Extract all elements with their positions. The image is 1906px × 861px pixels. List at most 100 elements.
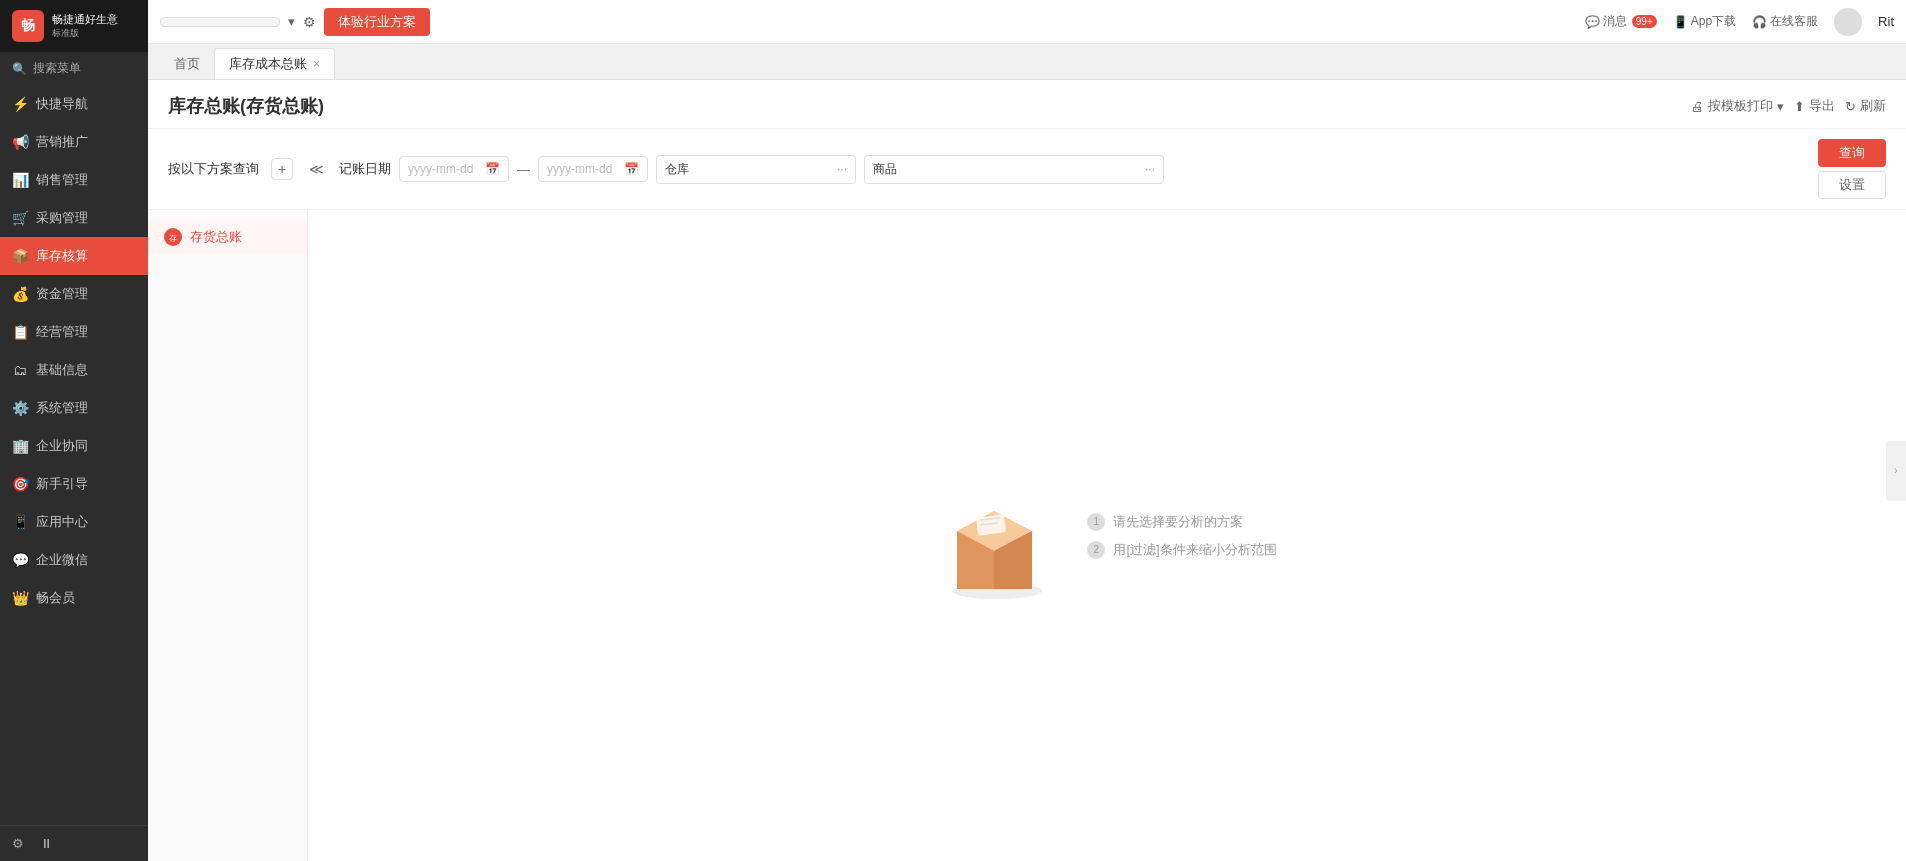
page-header: 库存总账(存货总账) 🖨 按模板打印 ▾ ⬆ 导出 ↻ 刷新: [148, 80, 1906, 129]
logo-icon: 畅: [12, 10, 44, 42]
print-template-button[interactable]: 🖨 按模板打印 ▾: [1691, 97, 1784, 115]
breadcrumb-dropdown-icon[interactable]: ▾: [288, 14, 295, 29]
basics-icon: 🗂: [12, 362, 28, 378]
calendar-from-icon[interactable]: 📅: [485, 162, 500, 176]
panel-item-inventory-total[interactable]: 存 存货总账: [148, 220, 307, 254]
filter-section: 记账日期 yyyy-mm-dd 📅 — yyyy-mm-dd 📅 仓库 ··· …: [339, 155, 1806, 184]
tab-home-label: 首页: [174, 55, 200, 73]
message-button[interactable]: 💬 消息 99+: [1585, 13, 1657, 30]
marketing-icon: 📢: [12, 134, 28, 150]
sidebar-item-finance[interactable]: 💰 资金管理: [0, 275, 148, 313]
step1-number: 1: [1087, 513, 1105, 531]
refresh-button[interactable]: ↻ 刷新: [1845, 97, 1886, 115]
user-avatar[interactable]: [1834, 8, 1862, 36]
sidebar-item-basics[interactable]: 🗂 基础信息: [0, 351, 148, 389]
sidebar-footer: ⚙ ⏸: [0, 825, 148, 861]
print-dropdown-icon: ▾: [1777, 99, 1784, 114]
sidebar-item-label: 经营管理: [36, 323, 88, 341]
step2-number: 2: [1087, 541, 1105, 559]
sidebar-item-label: 畅会员: [36, 589, 75, 607]
filter-bar: 按以下方案查询 + ≪ 记账日期 yyyy-mm-dd 📅 — yyyy-mm-…: [148, 129, 1906, 210]
date-from-input[interactable]: yyyy-mm-dd 📅: [399, 156, 509, 182]
date-to-placeholder: yyyy-mm-dd: [547, 162, 612, 176]
industry-solution-button[interactable]: 体验行业方案: [324, 8, 430, 36]
audio-footer-icon[interactable]: ⏸: [40, 836, 53, 851]
wechat-icon: 💬: [12, 552, 28, 568]
product-filter[interactable]: 商品 ···: [864, 155, 1164, 184]
settings-button[interactable]: 设置: [1818, 171, 1886, 199]
newbie-icon: 🎯: [12, 476, 28, 492]
breadcrumb-input: [160, 17, 280, 27]
app-download-button[interactable]: 📱 App下载: [1673, 13, 1736, 30]
query-button[interactable]: 查询: [1818, 139, 1886, 167]
export-icon: ⬆: [1794, 99, 1805, 114]
sidebar-item-label: 采购管理: [36, 209, 88, 227]
settings-footer-icon[interactable]: ⚙: [12, 836, 24, 851]
print-icon: 🖨: [1691, 99, 1704, 114]
filter-collapse-button[interactable]: ≪: [305, 158, 327, 180]
message-icon: 💬: [1585, 15, 1600, 29]
sidebar-item-purchase[interactable]: 🛒 采购管理: [0, 199, 148, 237]
sidebar-item-label: 库存核算: [36, 247, 88, 265]
sidebar-item-system[interactable]: ⚙️ 系统管理: [0, 389, 148, 427]
sidebar-item-label: 企业协同: [36, 437, 88, 455]
system-icon: ⚙️: [12, 400, 28, 416]
sidebar-item-label: 快捷导航: [36, 95, 88, 113]
warehouse-label: 仓库: [665, 161, 689, 178]
panel-item-label: 存货总账: [190, 228, 242, 246]
tab-home[interactable]: 首页: [160, 49, 214, 79]
member-icon: 👑: [12, 590, 28, 606]
product-more-icon: ···: [1145, 162, 1155, 176]
print-label: 按模板打印: [1708, 97, 1773, 115]
operations-icon: 📋: [12, 324, 28, 340]
app-logo: 畅 畅捷通好生意 标准版: [0, 0, 148, 52]
date-to-input[interactable]: yyyy-mm-dd 📅: [538, 156, 648, 182]
sidebar-item-newbie[interactable]: 🎯 新手引导: [0, 465, 148, 503]
content-area: 库存总账(存货总账) 🖨 按模板打印 ▾ ⬆ 导出 ↻ 刷新 按以下方案查询: [148, 80, 1906, 861]
shortcut-icon: ⚡: [12, 96, 28, 112]
finance-icon: 💰: [12, 286, 28, 302]
inventory-icon: 📦: [12, 248, 28, 264]
sidebar-item-label: 销售管理: [36, 171, 88, 189]
user-name: Rit: [1878, 14, 1894, 29]
right-panel-toggle[interactable]: ›: [1886, 441, 1906, 501]
sales-icon: 📊: [12, 172, 28, 188]
message-label: 消息: [1603, 13, 1627, 30]
sidebar-item-marketing[interactable]: 📢 营销推广: [0, 123, 148, 161]
panel-item-icon: 存: [164, 228, 182, 246]
sidebar-item-apps[interactable]: 📱 应用中心: [0, 503, 148, 541]
enterprise-icon: 🏢: [12, 438, 28, 454]
filter-add-button[interactable]: +: [271, 158, 293, 180]
calendar-to-icon[interactable]: 📅: [624, 162, 639, 176]
online-service-button[interactable]: 🎧 在线客服: [1752, 13, 1818, 30]
sidebar-item-operations[interactable]: 📋 经营管理: [0, 313, 148, 351]
empty-state: 1 请先选择要分析的方案 2 用[过滤]条件来缩小分析范围: [937, 476, 1276, 596]
refresh-icon: ↻: [1845, 99, 1856, 114]
chevron-right-icon: ›: [1894, 465, 1897, 476]
sidebar-item-wechat[interactable]: 💬 企业微信: [0, 541, 148, 579]
sidebar-item-shortcut[interactable]: ⚡ 快捷导航: [0, 85, 148, 123]
left-panel: 存 存货总账: [148, 210, 308, 861]
tab-close-icon[interactable]: ×: [313, 57, 320, 71]
sidebar-item-member[interactable]: 👑 畅会员: [0, 579, 148, 617]
settings-icon[interactable]: ⚙: [303, 14, 316, 30]
app-name: 畅捷通好生意: [52, 12, 118, 26]
sidebar-item-enterprise[interactable]: 🏢 企业协同: [0, 427, 148, 465]
sidebar-item-label: 企业微信: [36, 551, 88, 569]
sidebar: 畅 畅捷通好生意 标准版 🔍 搜索菜单 ⚡ 快捷导航 📢 营销推广 📊 销售管理…: [0, 0, 148, 861]
tab-inventory-cost[interactable]: 库存成本总账 ×: [214, 48, 335, 79]
empty-illustration: [937, 476, 1057, 596]
sidebar-search[interactable]: 🔍 搜索菜单: [0, 52, 148, 85]
sidebar-item-inventory[interactable]: 📦 库存核算: [0, 237, 148, 275]
app-download-label: App下载: [1691, 13, 1736, 30]
main-area: ▾ ⚙ 体验行业方案 💬 消息 99+ 📱 App下载 🎧 在线客服 Rit: [148, 0, 1906, 861]
svg-text:存: 存: [169, 234, 177, 243]
date-label: 记账日期: [339, 160, 391, 178]
export-label: 导出: [1809, 97, 1835, 115]
sidebar-nav: ⚡ 快捷导航 📢 营销推广 📊 销售管理 🛒 采购管理 📦 库存核算 💰 资金管…: [0, 85, 148, 825]
step2-text: 用[过滤]条件来缩小分析范围: [1113, 541, 1276, 559]
step1-text: 请先选择要分析的方案: [1113, 513, 1243, 531]
export-button[interactable]: ⬆ 导出: [1794, 97, 1835, 115]
sidebar-item-sales[interactable]: 📊 销售管理: [0, 161, 148, 199]
warehouse-filter[interactable]: 仓库 ···: [656, 155, 856, 184]
